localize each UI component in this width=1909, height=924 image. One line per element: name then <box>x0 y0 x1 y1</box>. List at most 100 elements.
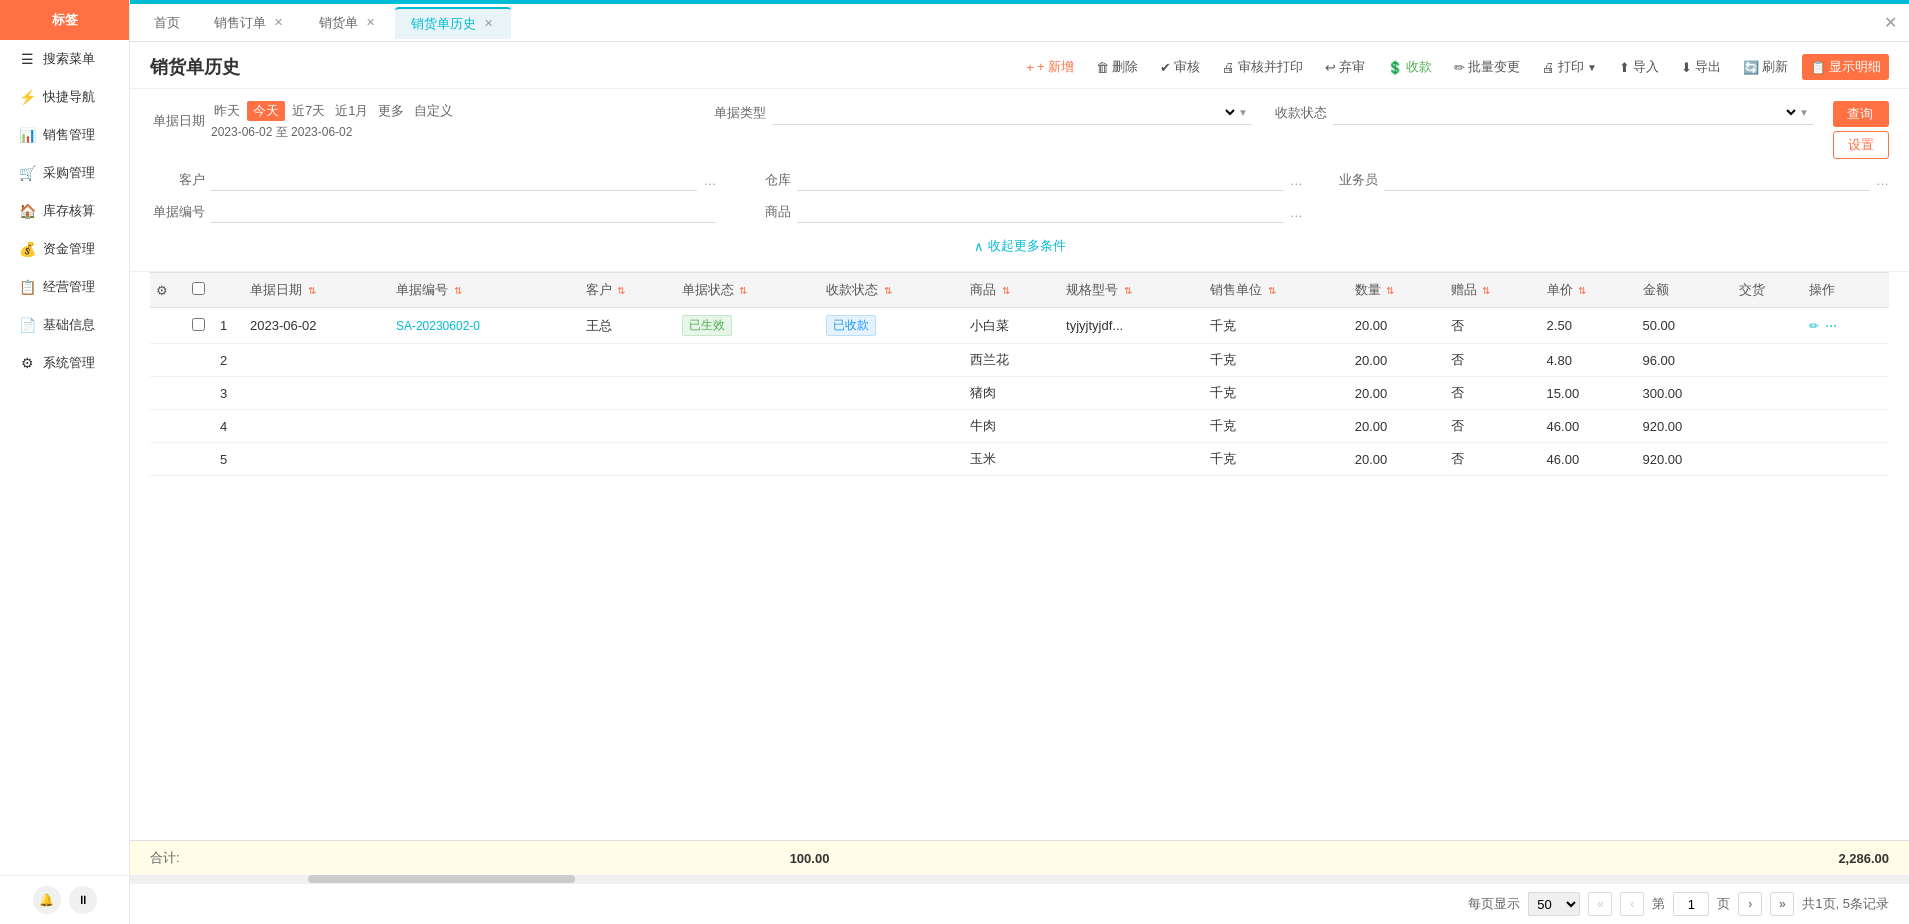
doc-no-input[interactable] <box>211 201 716 223</box>
audit-print-button[interactable]: 🖨 审核并打印 <box>1214 54 1311 80</box>
collect-button[interactable]: 💲 收款 <box>1379 54 1440 80</box>
row-gift-4: 否 <box>1445 443 1541 476</box>
horizontal-scrollbar[interactable] <box>130 875 1909 883</box>
print-button[interactable]: 🖨 打印 ▼ <box>1534 54 1605 80</box>
row-gift-1: 否 <box>1445 344 1541 377</box>
row-checkbox-0[interactable] <box>192 318 205 331</box>
sidebar-item-sys-mgmt[interactable]: ⚙ 系统管理 <box>0 344 129 382</box>
date-tab-1month[interactable]: 近1月 <box>332 101 371 121</box>
th-index <box>214 273 244 308</box>
collapse-filter-button[interactable]: ∧ 收起更多条件 <box>150 233 1889 259</box>
tab-sales-order[interactable]: 销售订单 ✕ <box>198 7 301 39</box>
row-date-1 <box>244 344 390 377</box>
th-qty[interactable]: 数量 ⇅ <box>1349 273 1445 308</box>
row-collect-status-0: 已收款 <box>820 308 964 344</box>
sidebar-item-search-menu[interactable]: ☰ 搜索菜单 <box>0 40 129 78</box>
date-tab-yesterday[interactable]: 昨天 <box>211 101 243 121</box>
abandon-button[interactable]: ↩ 弃审 <box>1317 54 1373 80</box>
tab-sales-goods[interactable]: 销货单 ✕ <box>303 7 393 39</box>
th-status[interactable]: 单据状态 ⇅ <box>676 273 820 308</box>
new-button[interactable]: + + 新增 <box>1018 54 1082 80</box>
date-tab-today[interactable]: 今天 <box>247 101 285 121</box>
date-tab-more[interactable]: 更多 <box>375 101 407 121</box>
th-gear[interactable]: ⚙ <box>150 273 186 308</box>
staff-input[interactable] <box>1384 169 1870 191</box>
tab-sales-order-close[interactable]: ✕ <box>272 14 285 31</box>
export-button[interactable]: ⬇ 导出 <box>1673 54 1729 80</box>
doc-type-dropdown[interactable] <box>776 104 1238 121</box>
scroll-thumb[interactable] <box>308 875 575 883</box>
sidebar-item-quick-nav[interactable]: ⚡ 快捷导航 <box>0 78 129 116</box>
more-action-0[interactable]: ⋯ <box>1825 319 1837 333</box>
goods-input[interactable] <box>797 201 1283 223</box>
staff-more[interactable]: … <box>1876 173 1889 188</box>
th-collect-status[interactable]: 收款状态 ⇅ <box>820 273 964 308</box>
date-tab-custom[interactable]: 自定义 <box>411 101 456 121</box>
refresh-button[interactable]: 🔄 刷新 <box>1735 54 1796 80</box>
row-actions-4 <box>1803 443 1889 476</box>
sort-collect-icon: ⇅ <box>884 285 892 296</box>
goods-filter: 商品 … <box>736 201 1302 223</box>
th-customer[interactable]: 客户 ⇅ <box>580 273 676 308</box>
footer-total-qty: 100.00 <box>190 851 1689 866</box>
row-unit-4: 千克 <box>1204 443 1348 476</box>
select-all-checkbox[interactable] <box>192 282 205 295</box>
sidebar-item-inventory[interactable]: 🏠 库存核算 <box>0 192 129 230</box>
th-goods[interactable]: 商品 ⇅ <box>964 273 1060 308</box>
next-page-button[interactable]: › <box>1738 892 1762 916</box>
collect-status-select[interactable]: ▼ <box>1333 101 1813 125</box>
row-gear-4 <box>150 443 186 476</box>
row-amount-2: 300.00 <box>1637 377 1733 410</box>
show-detail-button[interactable]: 📋 显示明细 <box>1802 54 1889 80</box>
customer-more[interactable]: … <box>703 173 716 188</box>
row-spec-2 <box>1060 377 1204 410</box>
collect-status-dropdown[interactable] <box>1337 104 1799 121</box>
doc-type-select[interactable]: ▼ <box>772 101 1252 125</box>
tab-sales-goods-close[interactable]: ✕ <box>364 14 377 31</box>
collect-icon: 💲 <box>1387 60 1403 75</box>
th-unit[interactable]: 销售单位 ⇅ <box>1204 273 1348 308</box>
row-amount-0: 50.00 <box>1637 308 1733 344</box>
refresh-icon: 🔄 <box>1743 60 1759 75</box>
th-spec[interactable]: 规格型号 ⇅ <box>1060 273 1204 308</box>
customer-input[interactable] <box>211 169 697 191</box>
row-actions-0: ✏⋯ <box>1803 308 1889 344</box>
date-tab-7days[interactable]: 近7天 <box>289 101 328 121</box>
import-button[interactable]: ⬆ 导入 <box>1611 54 1667 80</box>
footer-label: 合计: <box>150 849 180 867</box>
warehouse-more[interactable]: … <box>1290 173 1303 188</box>
warehouse-input[interactable] <box>797 169 1283 191</box>
delete-button[interactable]: 🗑 删除 <box>1088 54 1146 80</box>
batch-change-button[interactable]: ✏ 批量变更 <box>1446 54 1528 80</box>
table-body: 12023-06-02SA-20230602-0王总已生效已收款小白菜tyjyj… <box>150 308 1889 476</box>
row-goods-2: 猪肉 <box>964 377 1060 410</box>
doc-no-link-0[interactable]: SA-20230602-0 <box>396 319 480 333</box>
tab-sales-history[interactable]: 销货单历史 ✕ <box>395 7 511 39</box>
tab-bar-close-button[interactable]: ✕ <box>1880 9 1901 36</box>
th-gift[interactable]: 赠品 ⇅ <box>1445 273 1541 308</box>
query-button[interactable]: 查询 <box>1833 101 1889 127</box>
th-date[interactable]: 单据日期 ⇅ <box>244 273 390 308</box>
page-size-select[interactable]: 50 100 200 <box>1528 892 1580 916</box>
sort-customer-icon: ⇅ <box>617 285 625 296</box>
page-number-input[interactable] <box>1673 892 1709 916</box>
first-page-button[interactable]: « <box>1588 892 1612 916</box>
sidebar-item-ops[interactable]: 📋 经营管理 <box>0 268 129 306</box>
sidebar-item-finance[interactable]: 💰 资金管理 <box>0 230 129 268</box>
goods-more[interactable]: … <box>1290 205 1303 220</box>
sidebar-item-basic-info[interactable]: 📄 基础信息 <box>0 306 129 344</box>
th-no[interactable]: 单据编号 ⇅ <box>390 273 580 308</box>
sidebar-item-sales-mgmt[interactable]: 📊 销售管理 <box>0 116 129 154</box>
pause-button[interactable]: ⏸ <box>69 886 97 914</box>
row-collect-status-4 <box>820 443 964 476</box>
prev-page-button[interactable]: ‹ <box>1620 892 1644 916</box>
settings-button[interactable]: 设置 <box>1833 131 1889 159</box>
tab-home[interactable]: 首页 <box>138 7 196 39</box>
sidebar-item-purchase-mgmt[interactable]: 🛒 采购管理 <box>0 154 129 192</box>
notification-button[interactable]: 🔔 <box>33 886 61 914</box>
tab-sales-history-close[interactable]: ✕ <box>482 15 495 32</box>
audit-button[interactable]: ✔ 审核 <box>1152 54 1208 80</box>
th-price[interactable]: 单价 ⇅ <box>1541 273 1637 308</box>
edit-action-0[interactable]: ✏ <box>1809 319 1819 333</box>
last-page-button[interactable]: » <box>1770 892 1794 916</box>
